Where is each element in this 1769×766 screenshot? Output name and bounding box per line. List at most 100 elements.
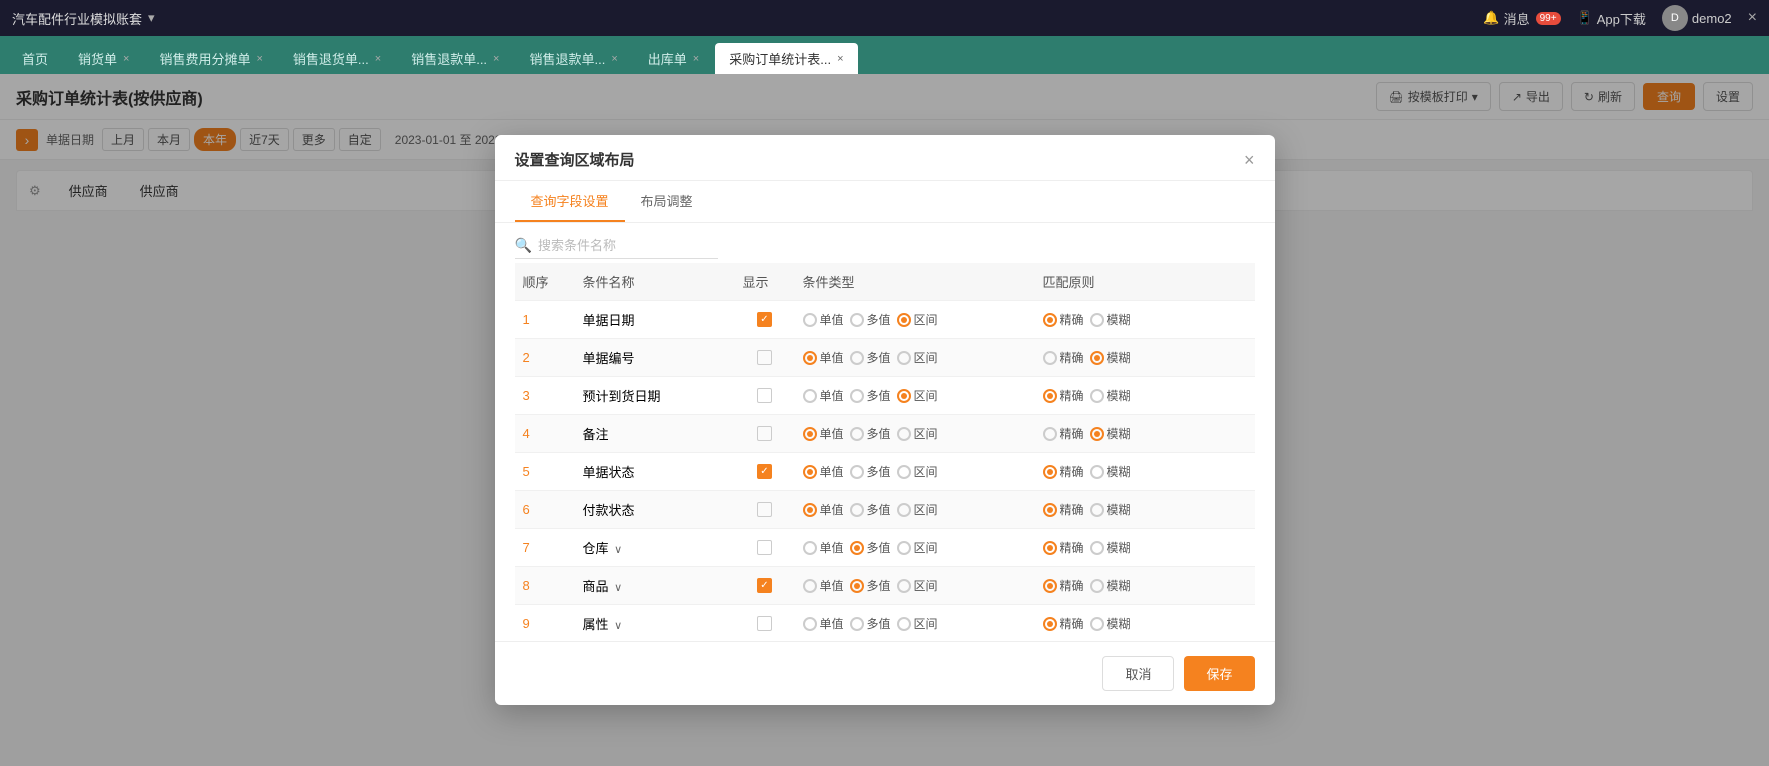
radio-type-type_single[interactable]: 单值 [803, 577, 844, 594]
row-display-checkbox[interactable]: ✓ [735, 569, 795, 602]
radio-match-match_exact[interactable]: 精确 [1043, 349, 1084, 366]
save-btn[interactable]: 保存 [1184, 656, 1254, 691]
radio-type-type_multi[interactable]: 多值 [850, 387, 891, 404]
radio-type-type_multi[interactable]: 多值 [850, 349, 891, 366]
radio-match-match_exact[interactable]: 精确 [1043, 425, 1084, 442]
tab-sales-expense[interactable]: 销售费用分摊单 × [145, 43, 276, 74]
notification-btn[interactable]: 🔔 消息 99+ [1483, 9, 1560, 28]
radio-match-match_fuzzy[interactable]: 模糊 [1090, 577, 1131, 594]
checkbox[interactable]: ✓ [757, 464, 772, 479]
row-display-checkbox[interactable] [735, 493, 795, 526]
tab-sales-order-close[interactable]: × [123, 53, 129, 65]
radio-type-type_single[interactable]: 单值 [803, 615, 844, 632]
radio-type-type_range[interactable]: 区间 [897, 615, 938, 632]
tab6-close[interactable]: × [693, 53, 699, 65]
tab4-close[interactable]: × [493, 53, 499, 65]
radio-type-type_range[interactable]: 区间 [897, 311, 938, 328]
radio-match-match_exact[interactable]: 精确 [1043, 539, 1084, 556]
tab-purchase-order-close[interactable]: × [837, 53, 843, 65]
row-display-checkbox[interactable] [735, 607, 795, 640]
radio-match-match_fuzzy[interactable]: 模糊 [1090, 311, 1131, 328]
radio-match-match_exact[interactable]: 精确 [1043, 501, 1084, 518]
radio-match-match_fuzzy[interactable]: 模糊 [1090, 387, 1131, 404]
row-display-checkbox[interactable]: ✓ [735, 455, 795, 488]
checkbox[interactable] [757, 350, 772, 365]
radio-match-match_exact[interactable]: 精确 [1043, 615, 1084, 632]
table-row: 9属性 ∨单值多值区间精确模糊 [515, 605, 1255, 641]
tab3-label: 销售退货单... [293, 49, 369, 68]
radio-type-type_single[interactable]: 单值 [803, 387, 844, 404]
tab5[interactable]: 销售退款单... × [515, 43, 631, 74]
checkbox[interactable] [757, 426, 772, 441]
tab3-close[interactable]: × [375, 53, 381, 65]
row-display-checkbox[interactable] [735, 379, 795, 412]
radio-type-type_multi[interactable]: 多值 [850, 577, 891, 594]
search-input[interactable] [538, 238, 718, 253]
row-name: 付款状态 [575, 491, 735, 528]
tab-purchase-order[interactable]: 采购订单统计表... × [715, 43, 857, 74]
checkbox[interactable]: ✓ [757, 578, 772, 593]
checkbox[interactable] [757, 502, 772, 517]
modal-search-area: 🔍 [495, 223, 1275, 263]
checkbox[interactable] [757, 616, 772, 631]
radio-type-type_single[interactable]: 单值 [803, 425, 844, 442]
tab6[interactable]: 出库单 × [634, 43, 713, 74]
radio-type-type_multi[interactable]: 多值 [850, 501, 891, 518]
radio-type-type_multi[interactable]: 多值 [850, 463, 891, 480]
radio-type-type_single[interactable]: 单值 [803, 463, 844, 480]
row-name: 单据编号 [575, 339, 735, 376]
radio-type-type_single[interactable]: 单值 [803, 311, 844, 328]
row-display-checkbox[interactable] [735, 341, 795, 374]
row-type-radios: 单值多值区间 [795, 568, 1035, 603]
row-type-radios: 单值多值区间 [795, 606, 1035, 641]
user-menu[interactable]: D demo2 [1662, 5, 1732, 31]
radio-type-type_multi[interactable]: 多值 [850, 311, 891, 328]
radio-type-type_single[interactable]: 单值 [803, 539, 844, 556]
tab5-close[interactable]: × [611, 53, 617, 65]
topbar-close-btn[interactable]: × [1748, 9, 1757, 27]
radio-type-type_range[interactable]: 区间 [897, 577, 938, 594]
row-type-radios: 单值多值区间 [795, 416, 1035, 451]
radio-match-match_exact[interactable]: 精确 [1043, 387, 1084, 404]
radio-match-match_fuzzy[interactable]: 模糊 [1090, 501, 1131, 518]
radio-match-match_exact[interactable]: 精确 [1043, 577, 1084, 594]
cancel-btn[interactable]: 取消 [1102, 656, 1174, 691]
tab4[interactable]: 销售退款单... × [397, 43, 513, 74]
row-name: 属性 ∨ [575, 605, 735, 641]
radio-match-match_fuzzy[interactable]: 模糊 [1090, 425, 1131, 442]
radio-match-match_exact[interactable]: 精确 [1043, 463, 1084, 480]
row-display-checkbox[interactable] [735, 531, 795, 564]
radio-match-match_fuzzy[interactable]: 模糊 [1090, 615, 1131, 632]
radio-type-type_multi[interactable]: 多值 [850, 539, 891, 556]
modal-close-btn[interactable]: × [1244, 151, 1255, 169]
checkbox[interactable] [757, 388, 772, 403]
radio-type-type_single[interactable]: 单值 [803, 349, 844, 366]
radio-type-type_range[interactable]: 区间 [897, 425, 938, 442]
radio-type-type_range[interactable]: 区间 [897, 387, 938, 404]
row-display-checkbox[interactable] [735, 417, 795, 450]
checkbox[interactable] [757, 540, 772, 555]
main-area: 采购订单统计表(按供应商) 🖨 按模板打印 ▾ ↗ 导出 ↻ 刷新 查询 设置 … [0, 74, 1769, 766]
radio-match-match_exact[interactable]: 精确 [1043, 311, 1084, 328]
radio-match-match_fuzzy[interactable]: 模糊 [1090, 463, 1131, 480]
modal-table: 顺序 条件名称 显示 条件类型 匹配原则 1单据日期✓单值多值区间精确模糊2单据… [495, 263, 1275, 641]
radio-type-type_range[interactable]: 区间 [897, 501, 938, 518]
app-download-btn[interactable]: 📱 App下载 [1577, 9, 1646, 28]
tab-sales-expense-close[interactable]: × [256, 53, 262, 65]
tab3[interactable]: 销售退货单... × [279, 43, 395, 74]
row-display-checkbox[interactable]: ✓ [735, 303, 795, 336]
checkbox[interactable]: ✓ [757, 312, 772, 327]
row-match-radios: 精确模糊 [1035, 454, 1235, 489]
tab-layout-adjust[interactable]: 布局调整 [625, 181, 709, 222]
radio-type-type_multi[interactable]: 多值 [850, 425, 891, 442]
tab-query-fields[interactable]: 查询字段设置 [515, 181, 625, 222]
radio-match-match_fuzzy[interactable]: 模糊 [1090, 349, 1131, 366]
radio-type-type_single[interactable]: 单值 [803, 501, 844, 518]
radio-match-match_fuzzy[interactable]: 模糊 [1090, 539, 1131, 556]
radio-type-type_range[interactable]: 区间 [897, 463, 938, 480]
tab-sales-order[interactable]: 销货单 × [64, 43, 143, 74]
radio-type-type_range[interactable]: 区间 [897, 349, 938, 366]
radio-type-type_range[interactable]: 区间 [897, 539, 938, 556]
radio-type-type_multi[interactable]: 多值 [850, 615, 891, 632]
tab-home[interactable]: 首页 [8, 43, 62, 74]
